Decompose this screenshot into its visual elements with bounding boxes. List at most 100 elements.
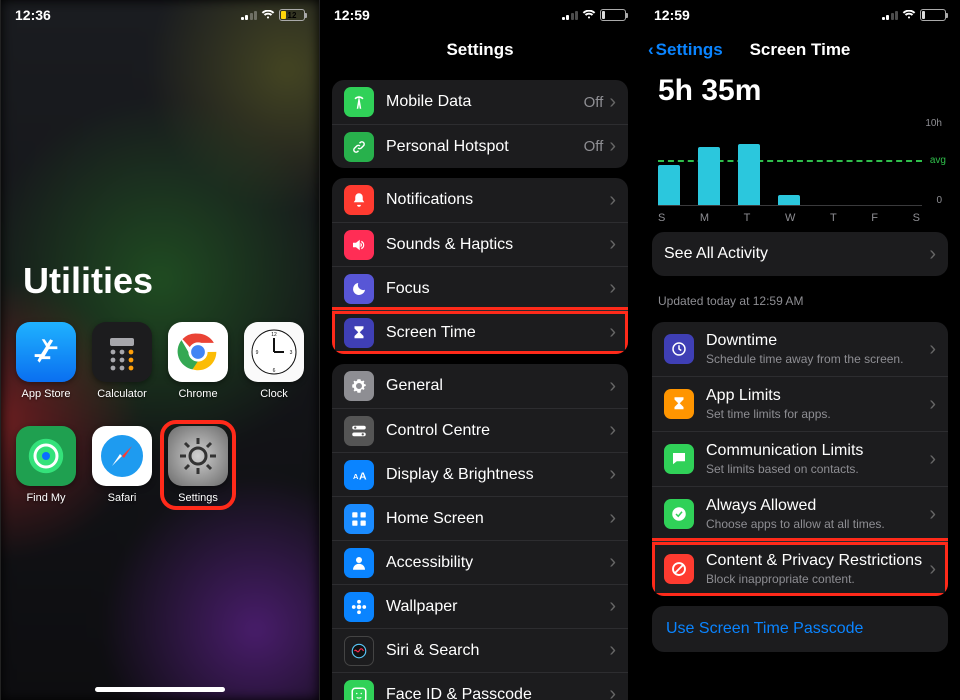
home-indicator[interactable]: [95, 687, 225, 692]
chevron-right-icon: ›: [609, 683, 616, 700]
wifi-icon: [902, 10, 916, 20]
app-clock[interactable]: 12369Clock: [242, 322, 306, 400]
settings-row-general[interactable]: General ›: [332, 364, 628, 408]
chevron-right-icon: ›: [609, 463, 616, 486]
status-bar: 12:36 12: [1, 0, 319, 30]
settings-row-notifications[interactable]: Notifications ›: [332, 178, 628, 222]
back-button[interactable]: ‹Settings: [648, 40, 723, 60]
status-bar: 12:59 7: [640, 0, 960, 30]
nosign-icon: [664, 554, 694, 584]
see-all-activity[interactable]: See All Activity ›: [652, 232, 948, 276]
bar-S: [658, 165, 680, 206]
chevron-right-icon: ›: [609, 321, 616, 344]
wifi-icon: [261, 10, 275, 20]
st-row-always-allowed[interactable]: Always AllowedChoose apps to allow at al…: [652, 486, 948, 541]
chevron-right-icon: ›: [609, 189, 616, 212]
settings-panel: 12:59 7 Settings Mobile Data Off › Perso…: [320, 0, 640, 700]
chevron-right-icon: ›: [929, 338, 936, 361]
app-chrome[interactable]: Chrome: [166, 322, 230, 400]
settings-row-sounds-haptics[interactable]: Sounds & Haptics ›: [332, 222, 628, 266]
chevron-right-icon: ›: [609, 233, 616, 256]
chevron-right-icon: ›: [929, 503, 936, 526]
chevron-right-icon: ›: [929, 393, 936, 416]
screentime-panel: 12:59 7 ‹Settings Screen Time 5h 35m 10h…: [640, 0, 960, 700]
chevron-left-icon: ‹: [648, 40, 654, 60]
settings-list[interactable]: Mobile Data Off › Personal Hotspot Off ›…: [320, 70, 640, 700]
page-title: Settings: [446, 40, 513, 60]
chevron-right-icon: ›: [929, 243, 936, 266]
st-row-app-limits[interactable]: App LimitsSet time limits for apps. ›: [652, 376, 948, 431]
settings-row-display-brightness[interactable]: AA Display & Brightness ›: [332, 452, 628, 496]
usage-chart[interactable]: 10h 0 avg SMTWTFS: [658, 118, 942, 228]
svg-text:9: 9: [256, 350, 259, 356]
chevron-right-icon: ›: [609, 595, 616, 618]
st-row-content-privacy-restrictions[interactable]: Content & Privacy RestrictionsBlock inap…: [652, 541, 948, 596]
x-axis: [658, 205, 922, 206]
settings-row-personal-hotspot[interactable]: Personal Hotspot Off ›: [332, 124, 628, 168]
chevron-right-icon: ›: [929, 558, 936, 581]
settings-icon: [168, 426, 228, 486]
app-safari[interactable]: Safari: [90, 426, 154, 504]
cellular-icon: [562, 10, 579, 20]
settings-row-home-screen[interactable]: Home Screen ›: [332, 496, 628, 540]
siri-icon: [344, 636, 374, 666]
chevron-right-icon: ›: [609, 419, 616, 442]
app-findmy[interactable]: Find My: [14, 426, 78, 504]
app-calculator[interactable]: Calculator: [90, 322, 154, 400]
home-screen-panel: 12:36 12 Utilities App Store Calculator …: [0, 0, 320, 700]
nav-bar: ‹Settings Screen Time: [640, 30, 960, 70]
status-time: 12:59: [654, 7, 690, 23]
chevron-right-icon: ›: [609, 91, 616, 114]
st-row-communication-limits[interactable]: Communication LimitsSet limits based on …: [652, 431, 948, 486]
chat-icon: [664, 444, 694, 474]
status-bar: 12:59 7: [320, 0, 640, 30]
settings-row-accessibility[interactable]: Accessibility ›: [332, 540, 628, 584]
svg-text:3: 3: [290, 350, 293, 356]
y-max: 10h: [925, 118, 942, 129]
svg-text:A: A: [359, 470, 367, 482]
link-icon: [344, 132, 374, 162]
cellular-icon: [882, 10, 899, 20]
settings-row-siri-search[interactable]: Siri & Search ›: [332, 628, 628, 672]
settings-row-control-centre[interactable]: Control Centre ›: [332, 408, 628, 452]
screentime-content[interactable]: 5h 35m 10h 0 avg SMTWTFS See All Activit…: [640, 70, 960, 700]
updated-text: Updated today at 12:59 AM: [640, 286, 960, 312]
check-icon: [664, 499, 694, 529]
app-settings[interactable]: Settings: [166, 426, 230, 504]
battery-icon: 7: [600, 9, 626, 21]
y-min: 0: [936, 195, 942, 206]
svg-text:A: A: [353, 471, 359, 480]
nav-bar: Settings: [320, 30, 640, 70]
svg-text:6: 6: [273, 368, 276, 374]
chevron-right-icon: ›: [929, 448, 936, 471]
settings-row-focus[interactable]: Focus ›: [332, 266, 628, 310]
safari-icon: [92, 426, 152, 486]
folder-title: Utilities: [23, 260, 319, 302]
speaker-icon: [344, 230, 374, 260]
findmy-icon: [16, 426, 76, 486]
switches-icon: [344, 416, 374, 446]
faceid-icon: [344, 680, 374, 700]
st-row-downtime[interactable]: DowntimeSchedule time away from the scre…: [652, 322, 948, 376]
antenna-icon: [344, 87, 374, 117]
wifi-icon: [582, 10, 596, 20]
settings-row-face-id-passcode[interactable]: Face ID & Passcode ›: [332, 672, 628, 700]
bell-icon: [344, 185, 374, 215]
chevron-right-icon: ›: [609, 639, 616, 662]
status-time: 12:36: [15, 7, 51, 23]
settings-row-screen-time[interactable]: Screen Time ›: [332, 310, 628, 354]
settings-row-mobile-data[interactable]: Mobile Data Off ›: [332, 80, 628, 124]
gear-icon: [344, 371, 374, 401]
hourglass-icon: [664, 389, 694, 419]
app-appstore[interactable]: App Store: [14, 322, 78, 400]
chevron-right-icon: ›: [609, 507, 616, 530]
appstore-icon: [16, 322, 76, 382]
chevron-right-icon: ›: [609, 277, 616, 300]
hourglass-icon: [344, 318, 374, 348]
chevron-right-icon: ›: [609, 375, 616, 398]
aa-icon: AA: [344, 460, 374, 490]
page-title: Screen Time: [750, 40, 851, 60]
clock-icon: 12369: [244, 322, 304, 382]
use-passcode-button[interactable]: Use Screen Time Passcode: [652, 606, 948, 652]
settings-row-wallpaper[interactable]: Wallpaper ›: [332, 584, 628, 628]
